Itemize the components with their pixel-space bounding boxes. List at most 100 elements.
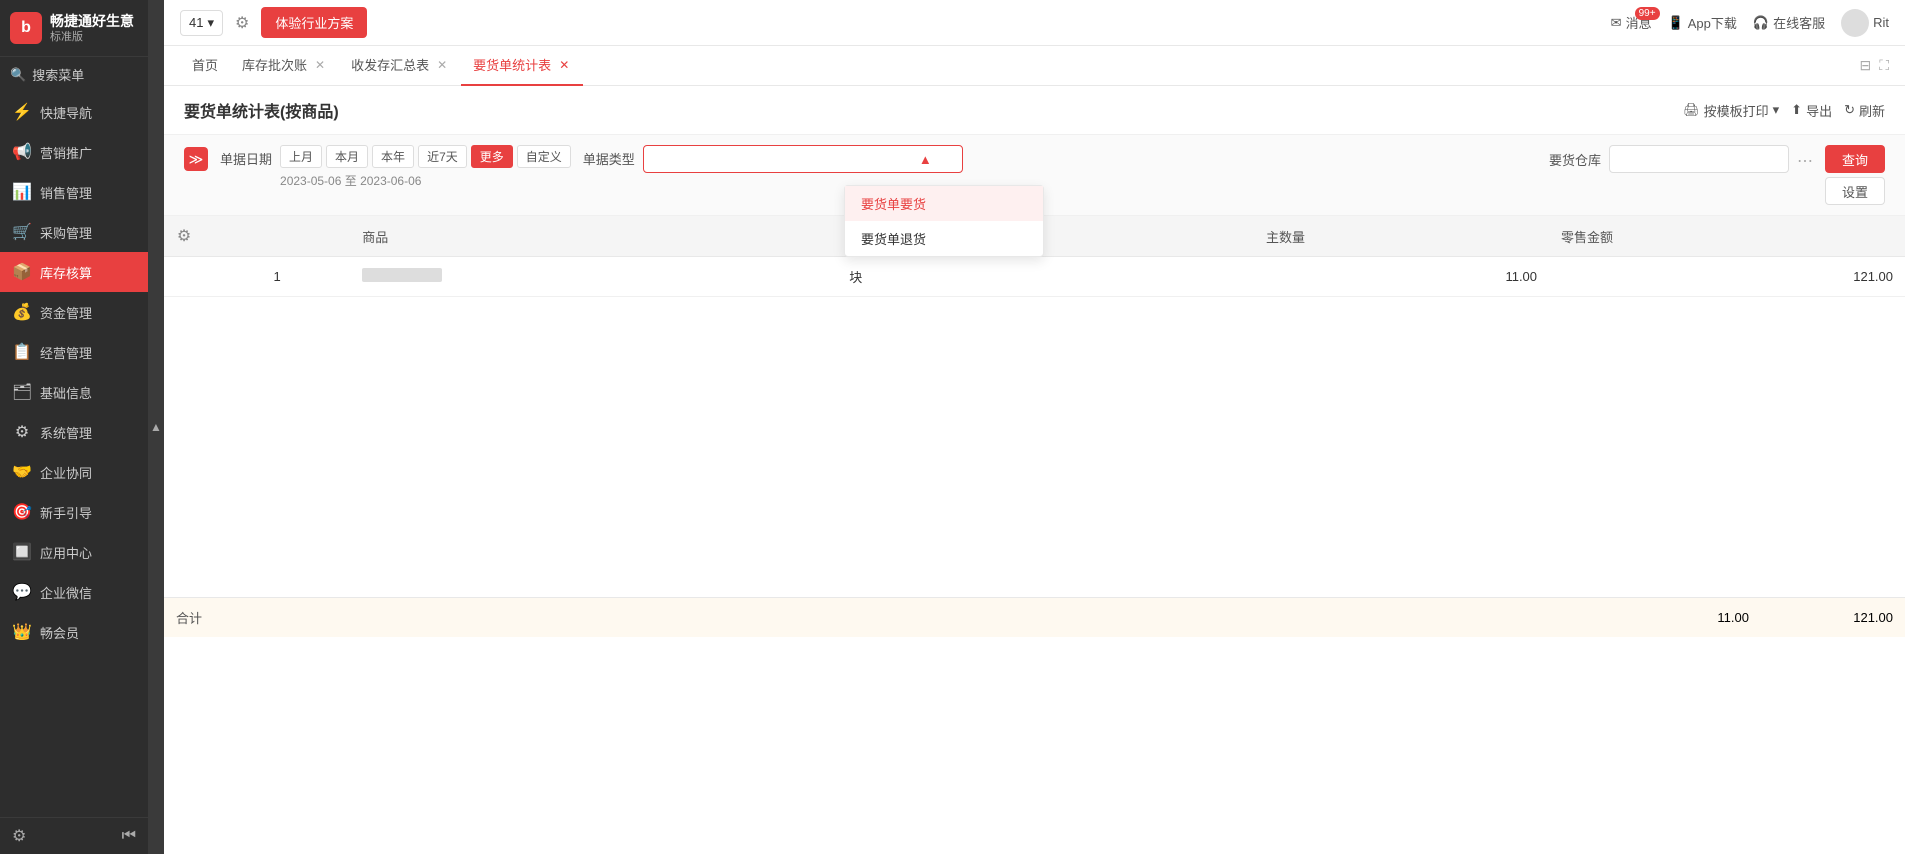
product-name-placeholder <box>362 268 442 282</box>
header-gear-icon[interactable]: ⚙ <box>235 13 249 33</box>
page-title: 要货单统计表(按商品) <box>184 98 339 122</box>
sidebar-item-marketing[interactable]: 📢 营销推广 <box>0 132 148 172</box>
total-qty: 11.00 <box>1629 610 1749 625</box>
table-gear-icon[interactable]: ⚙ <box>177 228 191 245</box>
col-qty: 主数量 <box>1254 216 1549 257</box>
warehouse-filter-group: 要货仓库 ⋯ <box>1549 145 1813 173</box>
table-footer: 合计 11.00 121.00 <box>164 597 1905 637</box>
table-row: 1 块 11.00 121.00 <box>164 257 1905 297</box>
app-logo-icon: b <box>10 12 42 44</box>
sidebar-footer: ⚙ ⏮ <box>0 817 148 854</box>
close-inventory-batch-tab[interactable]: ✕ <box>313 58 327 72</box>
basic-icon: 🗂 <box>12 382 32 402</box>
date-range-display: 2023-05-06 至 2023-06-06 <box>280 172 571 189</box>
close-shipment-summary-tab[interactable]: ✕ <box>435 58 449 72</box>
expand-filter-btn[interactable]: ≫ <box>184 147 208 171</box>
col-amount: 零售金额 <box>1549 216 1905 257</box>
online-service-btn[interactable]: 🎧 在线客服 <box>1753 13 1825 32</box>
refresh-btn[interactable]: ↻ 刷新 <box>1844 101 1885 120</box>
trial-button[interactable]: 体验行业方案 <box>261 7 367 38</box>
app-center-icon: 🔲 <box>12 542 32 562</box>
sidebar-item-wechat[interactable]: 💬 企业微信 <box>0 572 148 612</box>
sidebar-item-guide[interactable]: 🎯 新手引导 <box>0 492 148 532</box>
cell-qty: 11.00 <box>1254 257 1549 297</box>
type-filter-group: 单据类型 ▲ <box>583 145 1537 173</box>
app-badge: 标准版 <box>50 30 134 44</box>
date-btn-custom[interactable]: 自定义 <box>517 145 571 168</box>
sidebar-item-sales[interactable]: 📊 销售管理 <box>0 172 148 212</box>
date-btn-this-year[interactable]: 本年 <box>372 145 414 168</box>
more-options-icon[interactable]: ⋯ <box>1797 151 1813 171</box>
date-btn-last-month[interactable]: 上月 <box>280 145 322 168</box>
chevron-down-icon2: ▾ <box>1773 102 1780 118</box>
close-requisition-stats-tab[interactable]: ✕ <box>557 58 571 72</box>
sidebar-item-app-center[interactable]: 🔲 应用中心 <box>0 532 148 572</box>
minimize-icon[interactable]: ⊟ <box>1859 57 1871 74</box>
type-select[interactable]: ▲ <box>643 145 963 173</box>
filter-bar: ≫ 单据日期 上月 本月 本年 近7天 更多 自定义 2023-05-06 至 … <box>164 135 1905 216</box>
sidebar-item-quick-nav[interactable]: ⚡ 快捷导航 <box>0 92 148 132</box>
sidebar-item-basic[interactable]: 🗂 基础信息 <box>0 372 148 412</box>
sidebar-item-enterprise[interactable]: 🤝 企业协同 <box>0 452 148 492</box>
sidebar-nav: ⚡ 快捷导航 📢 营销推广 📊 销售管理 🛒 采购管理 📦 库存核算 💰 资金管… <box>0 92 148 817</box>
header-left: 41 ▾ ⚙ 体验行业方案 <box>180 7 367 38</box>
inventory-icon: 📦 <box>12 262 32 282</box>
tab-shipment-summary[interactable]: 收发存汇总表 ✕ <box>339 46 461 86</box>
date-filter-group: 单据日期 上月 本月 本年 近7天 更多 自定义 2023-05-06 至 20… <box>220 145 571 189</box>
user-menu-btn[interactable]: Rit <box>1841 9 1889 37</box>
cell-no: 1 <box>204 257 350 297</box>
dropdown-item-order[interactable]: 要货单要货 <box>845 186 1043 221</box>
collapse-icon[interactable]: ⏮ <box>122 827 136 845</box>
tab-requisition-stats[interactable]: 要货单统计表 ✕ <box>461 46 583 86</box>
expand-icon[interactable]: ⛶ <box>1879 57 1889 74</box>
sidebar-search[interactable]: 🔍 搜索菜单 <box>0 57 148 92</box>
sidebar-item-inventory[interactable]: 📦 库存核算 <box>0 252 148 292</box>
purchase-icon: 🛒 <box>12 222 32 242</box>
date-btn-last-7-days[interactable]: 近7天 <box>418 145 467 168</box>
sidebar-scroll-up[interactable]: ▲ <box>148 0 164 854</box>
page-content: 要货单统计表(按商品) 🖨 按模板打印 ▾ ⬆ 导出 ↻ 刷新 ≫ <box>164 86 1905 854</box>
page-actions: 🖨 按模板打印 ▾ ⬆ 导出 ↻ 刷新 <box>1683 101 1885 120</box>
headset-icon: 🎧 <box>1753 15 1769 31</box>
cell-settings <box>164 257 204 297</box>
export-btn[interactable]: ⬆ 导出 <box>1791 101 1832 120</box>
chevron-down-icon: ▾ <box>207 15 214 31</box>
tab-inventory-batch[interactable]: 库存批次账 ✕ <box>230 46 339 86</box>
dropdown-item-return[interactable]: 要货单退货 <box>845 221 1043 256</box>
sidebar-item-operations[interactable]: 📋 经营管理 <box>0 332 148 372</box>
query-button[interactable]: 查询 <box>1825 145 1885 173</box>
finance-icon: 💰 <box>12 302 32 322</box>
date-label: 单据日期 <box>220 149 272 168</box>
app-header: 41 ▾ ⚙ 体验行业方案 ✉ 消息 99+ 📱 App下载 🎧 在线客服 R <box>164 0 1905 46</box>
filter-settings-button[interactable]: 设置 <box>1825 177 1885 205</box>
tab-home[interactable]: 首页 <box>180 46 230 86</box>
total-label: 合计 <box>176 608 202 627</box>
print-template-btn[interactable]: 🖨 按模板打印 ▾ <box>1683 101 1779 120</box>
sidebar-item-system[interactable]: ⚙ 系统管理 <box>0 412 148 452</box>
guide-icon: 🎯 <box>12 502 32 522</box>
app-name: 畅捷通好生意 <box>50 12 134 30</box>
messages-btn[interactable]: ✉ 消息 99+ <box>1611 13 1652 32</box>
sidebar-item-finance[interactable]: 💰 资金管理 <box>0 292 148 332</box>
workspace-selector[interactable]: 41 ▾ <box>180 10 223 36</box>
type-dropdown: 要货单要货 要货单退货 <box>844 185 1044 257</box>
sidebar-item-vip[interactable]: 👑 畅会员 <box>0 612 148 652</box>
search-icon: 🔍 <box>10 67 26 83</box>
main-content: 41 ▾ ⚙ 体验行业方案 ✉ 消息 99+ 📱 App下载 🎧 在线客服 R <box>164 0 1905 854</box>
sidebar-item-purchase[interactable]: 🛒 采购管理 <box>0 212 148 252</box>
app-download-btn[interactable]: 📱 App下载 <box>1668 13 1737 32</box>
col-settings: ⚙ <box>164 216 204 257</box>
message-icon: ✉ <box>1611 15 1622 31</box>
col-no <box>204 216 350 257</box>
operations-icon: 📋 <box>12 342 32 362</box>
warehouse-input[interactable] <box>1609 145 1789 173</box>
settings-icon[interactable]: ⚙ <box>12 826 26 846</box>
tab-bar: 首页 库存批次账 ✕ 收发存汇总表 ✕ 要货单统计表 ✕ ⊟ ⛶ <box>164 46 1905 86</box>
system-icon: ⚙ <box>12 422 32 442</box>
date-btn-more[interactable]: 更多 <box>471 145 513 168</box>
download-icon: 📱 <box>1668 15 1684 31</box>
total-amount: 121.00 <box>1773 610 1893 625</box>
date-btn-this-month[interactable]: 本月 <box>326 145 368 168</box>
col-product: 商品 <box>350 216 837 257</box>
export-icon: ⬆ <box>1791 102 1802 118</box>
